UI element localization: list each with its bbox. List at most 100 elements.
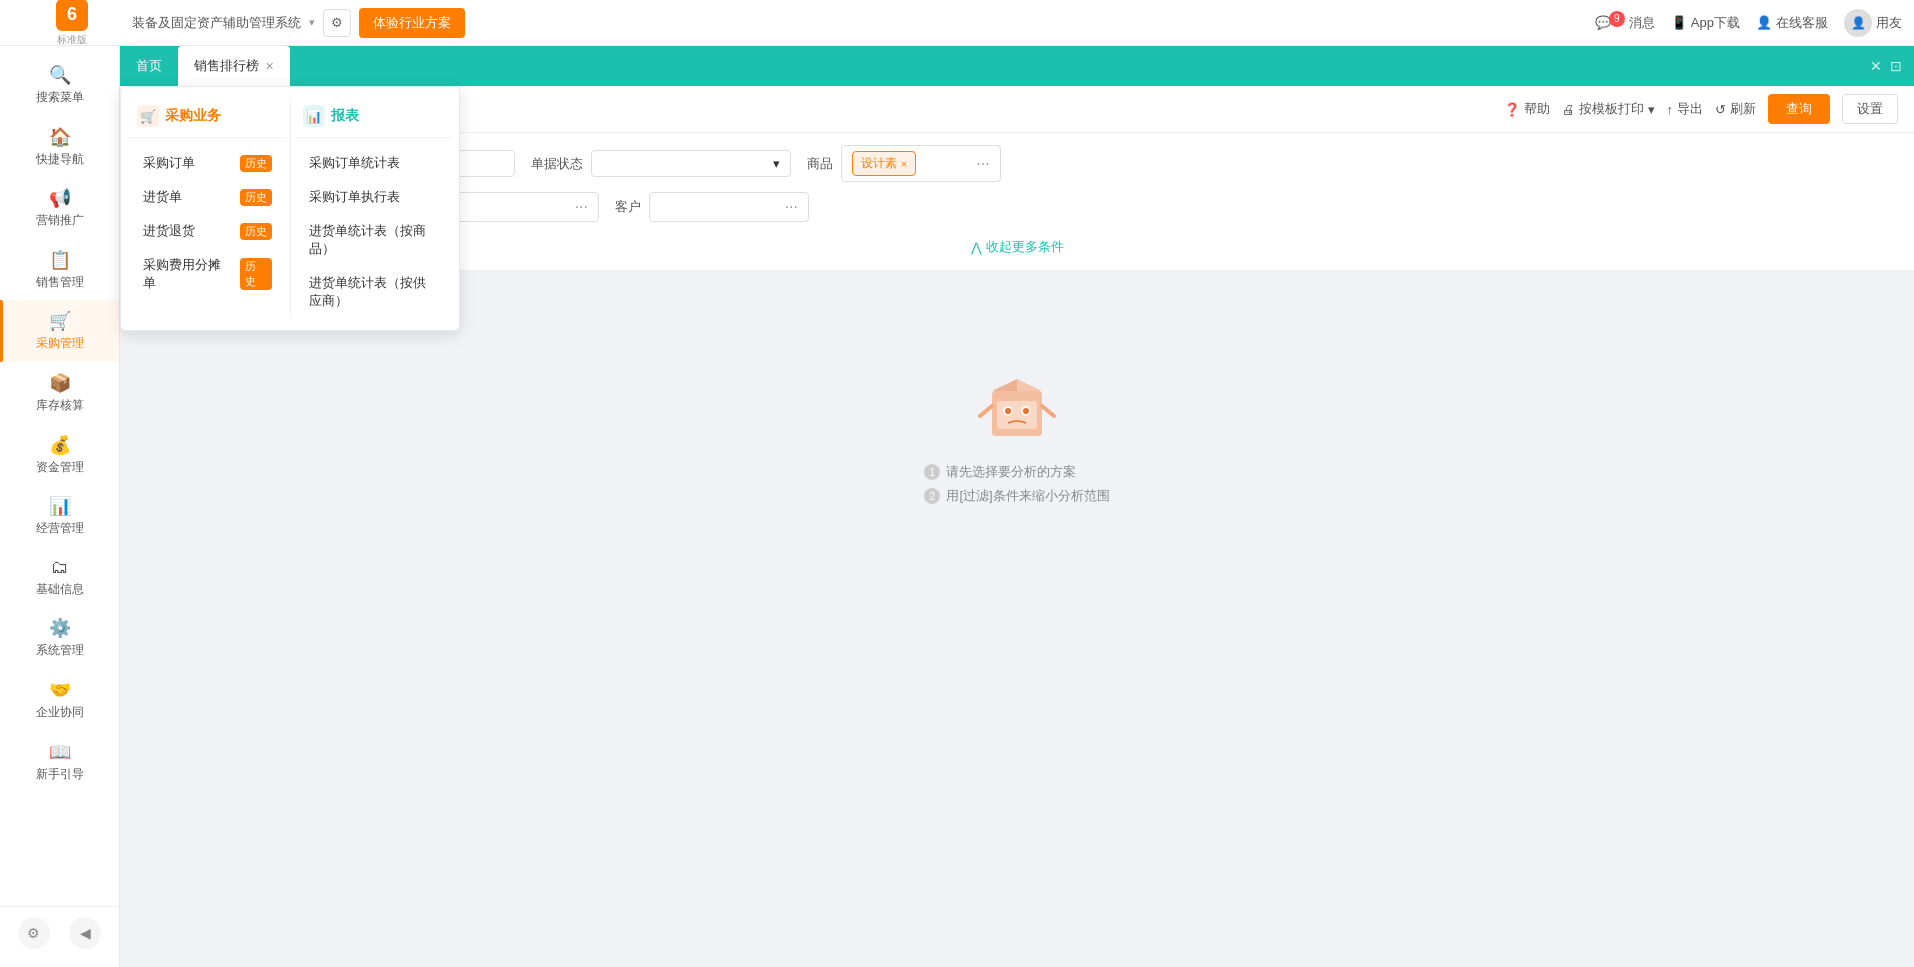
print-btn[interactable]: 🖨 按模板打印 ▾ <box>1562 100 1655 118</box>
industry-btn[interactable]: 体验行业方案 <box>359 8 465 38</box>
goods-label: 商品 <box>807 155 833 173</box>
tab-home[interactable]: 首页 <box>120 46 178 86</box>
svg-marker-2 <box>1017 379 1042 391</box>
tab-sales-ranking[interactable]: 销售排行榜 ✕ <box>178 46 290 86</box>
maximize-icon[interactable]: ⊡ <box>1890 58 1902 74</box>
empty-hint-1: 1 请先选择要分析的方案 <box>924 463 1109 481</box>
sidebar-label-operations: 经营管理 <box>36 521 84 537</box>
customer-label: 客户 <box>615 198 641 216</box>
salesperson-input[interactable]: ··· <box>439 192 599 222</box>
app-download-btn[interactable]: 📱 App下载 <box>1671 14 1740 32</box>
sidebar-label-system: 系统管理 <box>36 643 84 659</box>
salesperson-more-icon[interactable]: ··· <box>575 198 588 216</box>
history-badge-1: 历史 <box>240 189 272 206</box>
sidebar-item-quick-nav[interactable]: 🏠 快捷导航 <box>0 116 119 178</box>
sidebar-label-guide: 新手引导 <box>36 767 84 783</box>
goods-more-icon[interactable]: ··· <box>976 155 989 173</box>
user-label: 用友 <box>1876 14 1902 32</box>
empty-illustration <box>962 351 1072 451</box>
hint2-dot: 2 <box>924 488 940 504</box>
dropdown-cols: 🛒 采购业务 采购订单 历史 进货单 历史 进货退货 历史 采购费用分摊单 历史 <box>121 99 459 318</box>
sidebar-item-inventory[interactable]: 📦 库存核算 <box>0 362 119 424</box>
export-btn[interactable]: ↑ 导出 <box>1667 100 1704 118</box>
report-col-icon: 📊 <box>303 105 325 127</box>
header-title-area: 装备及固定资产辅助管理系统 ▾ ⚙ 体验行业方案 <box>132 8 1595 38</box>
settings-btn[interactable]: 设置 <box>1842 94 1898 124</box>
sidebar-item-guide[interactable]: 📖 新手引导 <box>0 731 119 793</box>
header: 6 标准版 装备及固定资产辅助管理系统 ▾ ⚙ 体验行业方案 💬 9 消息 📱 … <box>0 0 1914 46</box>
sidebar-item-marketing[interactable]: 📢 营销推广 <box>0 177 119 239</box>
tab-close-icon[interactable]: ✕ <box>265 60 274 73</box>
sidebar-label-marketing: 营销推广 <box>36 213 84 229</box>
online-service-btn[interactable]: 👤 在线客服 <box>1756 14 1828 32</box>
avatar: 👤 <box>1844 9 1872 37</box>
sidebar-item-search[interactable]: 🔍 搜索菜单 <box>0 54 119 116</box>
report-divider <box>295 137 452 138</box>
voucher-status-input[interactable]: ▾ <box>591 150 791 177</box>
operations-icon: 📊 <box>49 495 71 517</box>
sidebar-collapse-btn[interactable]: ◀ <box>69 917 101 949</box>
active-bar <box>0 300 3 362</box>
sidebar-label-sales: 销售管理 <box>36 275 84 291</box>
hint2-text: 用[过滤]条件来缩小分析范围 <box>946 487 1109 505</box>
report-col-header: 📊 报表 <box>303 99 444 137</box>
collapse-up-icon: ⋀ <box>971 240 982 255</box>
user-area[interactable]: 👤 用友 <box>1844 9 1902 37</box>
sidebar-item-cooperation[interactable]: 🤝 企业协同 <box>0 669 119 731</box>
dropdown-item-report-order-stats[interactable]: 采购订单统计表 <box>303 146 444 180</box>
dropdown-item-purchase-expense[interactable]: 采购费用分摊单 历史 <box>137 248 278 300</box>
logo-subtext: 标准版 <box>57 33 87 47</box>
sidebar-label-finance: 资金管理 <box>36 460 84 476</box>
close-window-icon[interactable]: ✕ <box>1870 58 1882 74</box>
purchase-divider <box>129 137 286 138</box>
dropdown-item-report-receipt-supplier[interactable]: 进货单统计表（按供应商） <box>303 266 444 318</box>
purchase-col-header: 🛒 采购业务 <box>137 99 278 137</box>
goods-input[interactable]: 设计素 × ··· <box>841 145 1001 182</box>
sidebar-item-sales[interactable]: 📋 销售管理 <box>0 239 119 301</box>
hint1-dot: 1 <box>924 464 940 480</box>
dropdown-item-report-receipt-goods[interactable]: 进货单统计表（按商品） <box>303 214 444 266</box>
title-dropdown-icon[interactable]: ▾ <box>309 16 315 29</box>
header-settings-btn[interactable]: ⚙ <box>323 9 351 37</box>
history-badge-3: 历史 <box>240 258 272 290</box>
refresh-btn[interactable]: ↺ 刷新 <box>1715 100 1756 118</box>
dropdown-item-purchase-receipt[interactable]: 进货单 历史 <box>137 180 278 214</box>
sidebar-item-purchase[interactable]: 🛒 采购管理 <box>0 300 119 362</box>
dropdown-item-purchase-order[interactable]: 采购订单 历史 <box>137 146 278 180</box>
sidebar-item-basic-info[interactable]: 🗂 基础信息 <box>0 547 119 608</box>
inventory-icon: 📦 <box>49 372 71 394</box>
header-right: 💬 9 消息 📱 App下载 👤 在线客服 👤 用友 <box>1595 9 1902 37</box>
filter-voucher-status: 单据状态 ▾ <box>531 150 791 177</box>
tab-home-label: 首页 <box>136 57 162 75</box>
service-icon: 👤 <box>1756 15 1772 30</box>
goods-tag-close[interactable]: × <box>901 158 907 170</box>
home-icon: 🏠 <box>49 126 71 148</box>
collapse-label: 收起更多条件 <box>986 238 1064 256</box>
empty-hints: 1 请先选择要分析的方案 2 用[过滤]条件来缩小分析范围 <box>924 463 1109 511</box>
dropdown-item-purchase-return[interactable]: 进货退货 历史 <box>137 214 278 248</box>
basic-info-icon: 🗂 <box>51 557 69 578</box>
goods-tag: 设计素 × <box>852 151 916 176</box>
sidebar-settings-btn[interactable]: ⚙ <box>18 917 50 949</box>
sidebar-label-purchase: 采购管理 <box>36 336 84 352</box>
help-btn[interactable]: ❓ 帮助 <box>1504 100 1550 118</box>
export-icon: ↑ <box>1667 102 1674 117</box>
svg-line-9 <box>1042 406 1054 416</box>
history-badge-2: 历史 <box>240 223 272 240</box>
guide-icon: 📖 <box>49 741 71 763</box>
sidebar-item-system[interactable]: ⚙️ 系统管理 <box>0 607 119 669</box>
sidebar-item-operations[interactable]: 📊 经营管理 <box>0 485 119 547</box>
purchase-col-title: 采购业务 <box>165 107 221 125</box>
svg-point-6 <box>1005 408 1011 414</box>
notifications-btn[interactable]: 💬 9 消息 <box>1595 14 1655 32</box>
sidebar-item-finance[interactable]: 💰 资金管理 <box>0 424 119 486</box>
query-btn[interactable]: 查询 <box>1768 94 1830 124</box>
customer-input[interactable]: ··· <box>649 192 809 222</box>
customer-more-icon[interactable]: ··· <box>785 198 798 216</box>
tab-sales-ranking-label: 销售排行榜 <box>194 57 259 75</box>
dropdown-item-report-order-exec[interactable]: 采购订单执行表 <box>303 180 444 214</box>
voucher-status-label: 单据状态 <box>531 155 583 173</box>
history-badge-0: 历史 <box>240 155 272 172</box>
print-icon: 🖨 <box>1562 102 1575 117</box>
notification-count: 9 <box>1609 11 1625 27</box>
